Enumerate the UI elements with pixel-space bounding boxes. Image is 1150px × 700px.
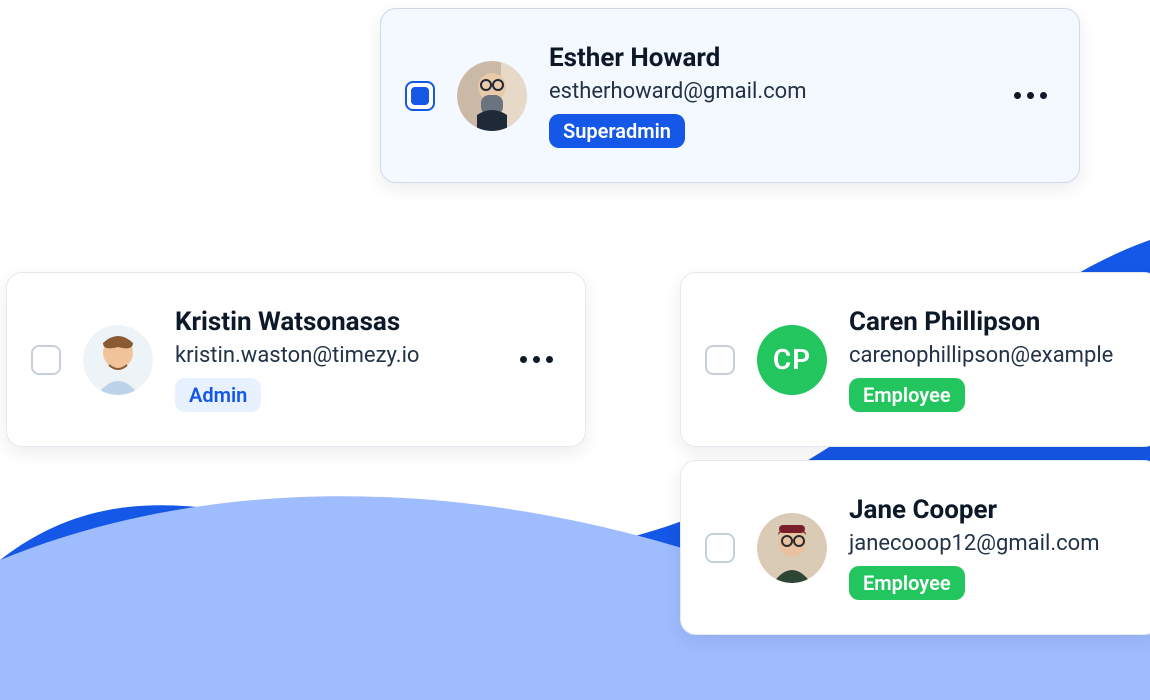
- user-name: Kristin Watsonasas: [175, 307, 419, 337]
- avatar: CP: [757, 325, 827, 395]
- role-badge: Employee: [849, 566, 965, 600]
- user-name: Esther Howard: [549, 43, 807, 73]
- user-name: Caren Phillipson: [849, 307, 1113, 337]
- select-checkbox[interactable]: [705, 345, 735, 375]
- avatar: [83, 325, 153, 395]
- user-card[interactable]: Jane Cooper janecooop12@gmail.com Employ…: [680, 460, 1150, 635]
- role-badge: Employee: [849, 378, 965, 412]
- select-checkbox[interactable]: [405, 81, 435, 111]
- user-email: kristin.waston@timezy.io: [175, 343, 419, 368]
- role-badge: Admin: [175, 378, 261, 412]
- more-icon[interactable]: [512, 348, 561, 371]
- role-badge: Superadmin: [549, 114, 685, 148]
- select-checkbox[interactable]: [705, 533, 735, 563]
- avatar: [757, 513, 827, 583]
- user-name: Jane Cooper: [849, 495, 1100, 525]
- user-card[interactable]: Esther Howard estherhoward@gmail.com Sup…: [380, 8, 1080, 183]
- select-checkbox[interactable]: [31, 345, 61, 375]
- more-icon[interactable]: [1006, 84, 1055, 107]
- user-card[interactable]: CP Caren Phillipson carenophillipson@exa…: [680, 272, 1150, 447]
- user-email: estherhoward@gmail.com: [549, 79, 807, 104]
- avatar: [457, 61, 527, 131]
- user-email: janecooop12@gmail.com: [849, 531, 1100, 556]
- user-email: carenophillipson@example: [849, 343, 1113, 368]
- user-card[interactable]: Kristin Watsonasas kristin.waston@timezy…: [6, 272, 586, 447]
